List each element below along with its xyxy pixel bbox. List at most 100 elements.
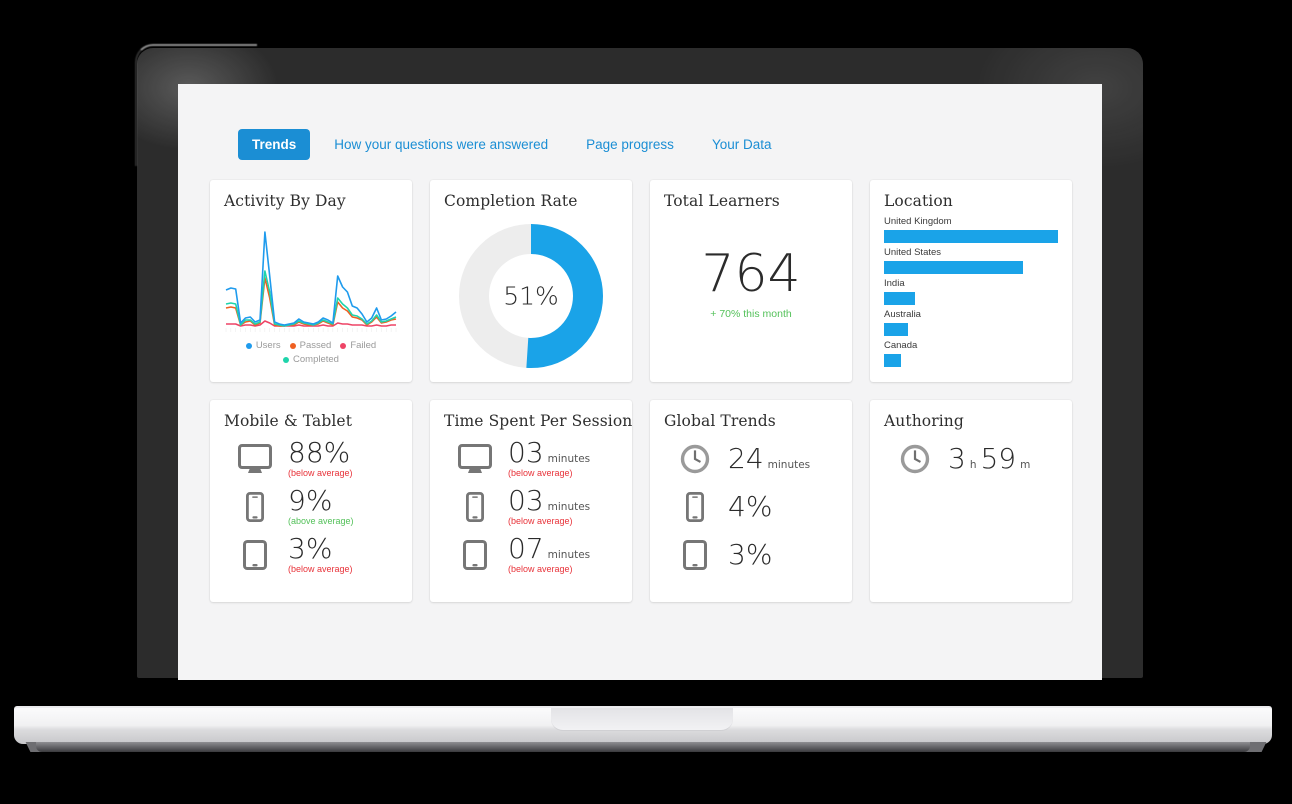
metric-number: 07 — [508, 531, 544, 565]
metric-note: (below average) — [288, 564, 353, 575]
metric-list: 24 minutes 4% 3% — [664, 436, 838, 578]
metric-number-secondary: 59 — [980, 441, 1017, 475]
metric-unit: minutes — [547, 548, 591, 561]
legend-item-failed: Failed — [340, 340, 376, 351]
metric-number: 24 — [728, 441, 764, 475]
location-name: India — [884, 278, 905, 289]
legend-dot-completed — [283, 356, 290, 363]
card-authoring: Authoring 3 h 59 m — [870, 400, 1072, 602]
metric-unit: minutes — [547, 452, 591, 465]
metric-row: 88% (below average) — [232, 436, 398, 482]
location-bar — [884, 323, 909, 336]
metric-note: (below average) — [508, 564, 573, 575]
legend-item-users: Users — [245, 340, 281, 351]
location-bar — [884, 292, 916, 305]
metric-text: 07 minutes (below average) — [508, 531, 591, 575]
phone-icon — [686, 492, 704, 522]
total-learners-change: + 70% this month — [710, 308, 792, 320]
metric-text: 3% — [728, 537, 773, 571]
location-name: Canada — [884, 340, 918, 351]
metric-text: 88% (below average) — [288, 438, 353, 479]
dashboard-screen: Trends How your questions were answered … — [178, 84, 1102, 680]
metric-text: 24 minutes — [728, 441, 811, 475]
metric-icon-wrapper — [232, 444, 278, 474]
card-activity-by-day: Activity By Day Users Passed Failed Comp… — [210, 180, 412, 382]
tab-how-your-questions-were-answered[interactable]: How your questions were answered — [320, 129, 562, 160]
laptop-base-notch — [551, 708, 733, 731]
metric-note: (above average) — [288, 516, 354, 527]
metric-value: 88% — [288, 438, 353, 467]
clock-icon — [680, 444, 710, 474]
card-title: Activity By Day — [224, 192, 346, 210]
monitor-icon — [238, 444, 272, 473]
metric-value: 03 minutes — [508, 483, 591, 517]
metric-row: 24 minutes — [672, 436, 838, 482]
card-title: Time Spent Per Session — [444, 412, 633, 430]
metric-icon-wrapper — [672, 444, 718, 474]
location-row: Canada — [884, 340, 1058, 367]
tab-bar: Trends How your questions were answered … — [178, 84, 1102, 160]
metric-unit: h — [969, 458, 977, 471]
activity-line-chart — [224, 216, 398, 332]
tablet-icon — [683, 540, 707, 570]
tab-page-progress[interactable]: Page progress — [572, 129, 688, 160]
metric-row: 3% — [672, 532, 838, 578]
tablet-icon — [463, 540, 487, 570]
metric-number: 9% — [288, 483, 333, 517]
card-completion-rate: Completion Rate 51% — [430, 180, 632, 382]
location-bar-list: United Kingdom United States India Australi… — [884, 216, 1058, 367]
card-total-learners: Total Learners 764 + 70% this month — [650, 180, 852, 382]
metric-row: 03 minutes (below average) — [452, 484, 618, 530]
metric-number: 3% — [728, 537, 773, 571]
location-row: United Kingdom — [884, 216, 1058, 243]
tab-trends[interactable]: Trends — [238, 129, 311, 160]
card-title: Completion Rate — [444, 192, 578, 210]
laptop-base-underside — [36, 742, 1250, 752]
location-name: Australia — [884, 309, 921, 320]
legend-dot-failed — [340, 342, 347, 349]
phone-icon — [246, 492, 264, 522]
metric-unit: minutes — [767, 458, 811, 471]
metric-note: (below average) — [508, 516, 573, 527]
card-location: Location United Kingdom United States Indi… — [870, 180, 1072, 382]
metric-unit-secondary: m — [1020, 458, 1031, 471]
metric-number: 4% — [728, 489, 773, 523]
location-name: United States — [884, 247, 942, 258]
metric-value: 24 minutes — [728, 441, 811, 475]
total-learners-value: 764 — [701, 244, 801, 304]
metric-row: 9% (above average) — [232, 484, 398, 530]
legend-label: Passed — [299, 340, 332, 351]
metric-row: 07 minutes (below average) — [452, 532, 618, 578]
metric-icon-wrapper — [452, 492, 498, 522]
legend-label: Failed — [350, 340, 377, 351]
metric-number: 03 — [508, 483, 544, 517]
metric-note: (below average) — [508, 468, 573, 479]
metric-value: 3 h 59 m — [948, 441, 1031, 475]
location-row: United States — [884, 247, 1058, 274]
location-name: United Kingdom — [884, 216, 952, 227]
metric-text: 3 h 59 m — [948, 441, 1031, 475]
metric-note: (below average) — [288, 468, 353, 479]
legend-dot-users — [245, 342, 252, 349]
metric-text: 03 minutes (below average) — [508, 483, 591, 527]
location-row: India — [884, 278, 1058, 305]
chart-legend: Users Passed Failed Completed — [224, 340, 398, 365]
metric-icon-wrapper — [452, 444, 498, 474]
metric-unit: minutes — [547, 500, 591, 513]
card-mobile-tablet: Mobile & Tablet 88% (below average) 9% (abo… — [210, 400, 412, 602]
donut-center-label: 51% — [503, 282, 559, 311]
metric-text: 9% (above average) — [288, 483, 354, 527]
legend-item-completed: Completed — [283, 354, 339, 365]
metric-value: 9% — [288, 483, 354, 517]
tab-your-data[interactable]: Your Data — [698, 129, 786, 160]
metric-list: 03 minutes (below average) 03 minutes (below … — [444, 436, 618, 578]
metric-number: 3% — [288, 531, 333, 565]
card-title: Location — [884, 192, 953, 210]
metric-icon-wrapper — [232, 492, 278, 522]
metric-list: 88% (below average) 9% (above average) 3% (be… — [224, 436, 398, 578]
phone-icon — [466, 492, 484, 522]
metric-value: 4% — [728, 489, 773, 523]
metric-list: 3 h 59 m — [884, 436, 1058, 482]
metric-icon-wrapper — [672, 492, 718, 522]
donut-wrapper: 51% — [444, 216, 618, 376]
